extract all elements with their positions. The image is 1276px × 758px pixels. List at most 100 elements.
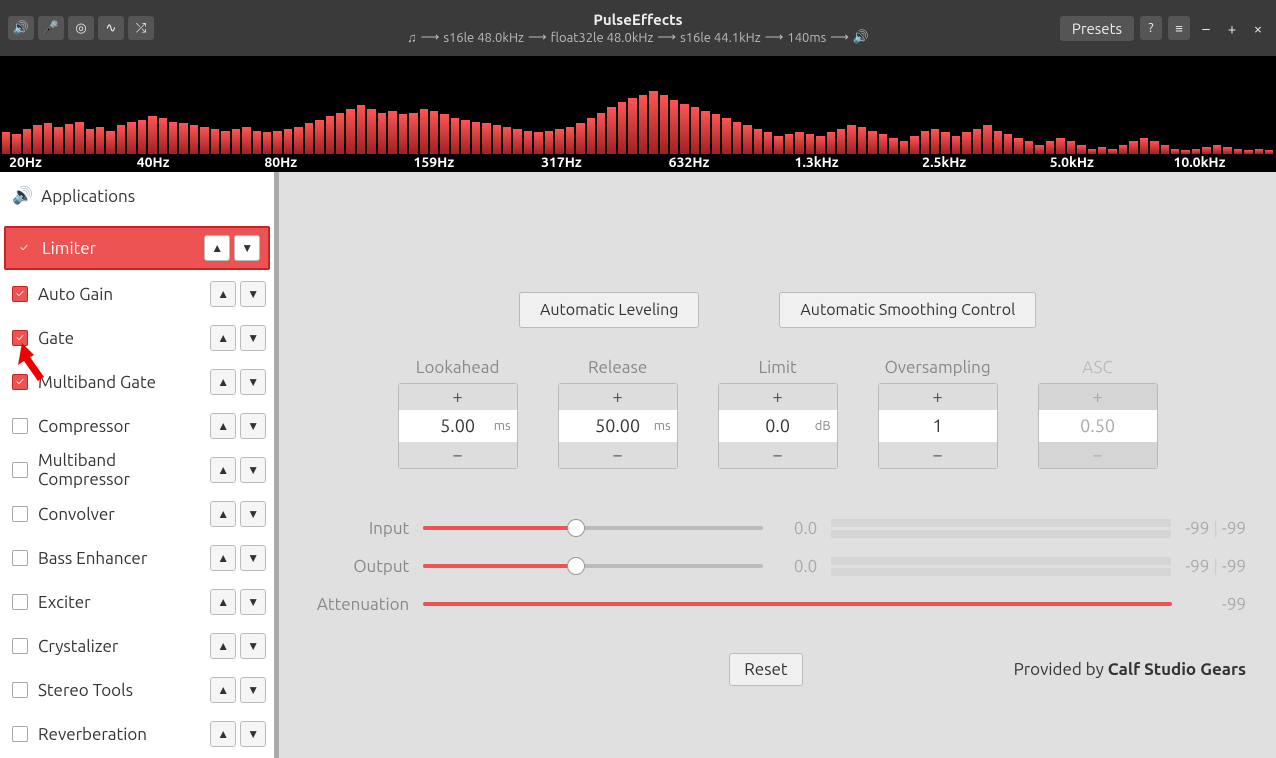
effect-checkbox[interactable] xyxy=(12,506,28,522)
spectrum-bar xyxy=(211,129,219,154)
close-button[interactable]: × xyxy=(1248,20,1268,37)
spectrum-bar xyxy=(388,111,396,154)
increment-button[interactable]: + xyxy=(879,384,997,410)
input-slider[interactable] xyxy=(423,526,763,530)
effect-row-stereo-tools[interactable]: Stereo Tools▲▼ xyxy=(0,668,274,712)
effect-checkbox[interactable] xyxy=(12,462,28,478)
param-spinner[interactable]: +0.0dB− xyxy=(718,383,838,469)
move-down-button[interactable]: ▼ xyxy=(240,677,266,703)
spectrum-bar xyxy=(879,134,887,154)
move-down-button[interactable]: ▼ xyxy=(240,457,266,483)
spectrum-bar xyxy=(451,118,459,154)
effect-checkbox[interactable]: ✓ xyxy=(12,286,28,302)
move-down-button[interactable]: ▼ xyxy=(240,369,266,395)
effect-row-bass-enhancer[interactable]: Bass Enhancer▲▼ xyxy=(0,536,274,580)
effect-row-convolver[interactable]: Convolver▲▼ xyxy=(0,492,274,536)
move-up-button[interactable]: ▲ xyxy=(210,413,236,439)
spectrum-bar xyxy=(263,132,271,154)
menu-icon[interactable]: ≡ xyxy=(1168,16,1190,40)
effects-sidebar: 🔊 Applications ✓Limiter▲▼✓Auto Gain▲▼✓Ga… xyxy=(0,172,279,758)
param-value[interactable]: 50.00ms xyxy=(559,410,677,442)
effect-checkbox[interactable] xyxy=(12,726,28,742)
spectrum-bar xyxy=(1150,141,1158,154)
move-down-button[interactable]: ▼ xyxy=(240,413,266,439)
waveform-icon[interactable]: ∿ xyxy=(98,16,124,40)
move-up-button[interactable]: ▲ xyxy=(210,721,236,747)
effect-row-crystalizer[interactable]: Crystalizer▲▼ xyxy=(0,624,274,668)
param-value[interactable]: 1 xyxy=(879,410,997,442)
effect-checkbox[interactable]: ✓ xyxy=(12,374,28,390)
effect-row-reverberation[interactable]: Reverberation▲▼ xyxy=(0,712,274,756)
param-spinner[interactable]: +50.00ms− xyxy=(558,383,678,469)
spectrum-bar xyxy=(503,127,511,154)
test-signal-icon[interactable]: ◎ xyxy=(68,16,94,40)
freq-label: 80Hz xyxy=(264,154,297,170)
move-up-button[interactable]: ▲ xyxy=(204,235,230,261)
move-up-button[interactable]: ▲ xyxy=(210,325,236,351)
effect-checkbox[interactable] xyxy=(12,682,28,698)
input-tab-icon[interactable]: 🎤 xyxy=(38,16,64,40)
effect-row-auto-gain[interactable]: ✓Auto Gain▲▼ xyxy=(0,272,274,316)
move-up-button[interactable]: ▲ xyxy=(210,589,236,615)
spectrum-bar xyxy=(1140,138,1148,154)
increment-button[interactable]: + xyxy=(719,384,837,410)
move-up-button[interactable]: ▲ xyxy=(210,677,236,703)
maximize-button[interactable]: + xyxy=(1222,20,1242,37)
effect-checkbox[interactable] xyxy=(12,550,28,566)
move-up-button[interactable]: ▲ xyxy=(210,545,236,571)
output-slider[interactable] xyxy=(423,564,763,568)
spectrum-bar xyxy=(221,131,229,154)
effect-checkbox[interactable] xyxy=(12,418,28,434)
minimize-button[interactable]: – xyxy=(1196,20,1216,37)
effect-row-limiter[interactable]: ✓Limiter▲▼ xyxy=(4,226,270,270)
param-value[interactable]: 5.00ms xyxy=(399,410,517,442)
effect-panel: Automatic Leveling Automatic Smoothing C… xyxy=(279,172,1276,758)
effect-checkbox[interactable] xyxy=(12,638,28,654)
move-down-button[interactable]: ▼ xyxy=(234,235,260,261)
move-down-button[interactable]: ▼ xyxy=(240,501,266,527)
effect-row-exciter[interactable]: Exciter▲▼ xyxy=(0,580,274,624)
effect-row-multiband-gate[interactable]: ✓Multiband Gate▲▼ xyxy=(0,360,274,404)
reset-button[interactable]: Reset xyxy=(729,653,802,686)
applications-label: Applications xyxy=(41,187,135,206)
move-down-button[interactable]: ▼ xyxy=(240,633,266,659)
effect-checkbox[interactable]: ✓ xyxy=(16,240,32,256)
spectrum-bar xyxy=(524,131,532,154)
increment-button[interactable]: + xyxy=(559,384,677,410)
increment-button[interactable]: + xyxy=(399,384,517,410)
shuffle-icon[interactable]: ⤮ xyxy=(128,16,154,40)
spectrum-bar xyxy=(764,132,772,154)
effect-checkbox[interactable] xyxy=(12,594,28,610)
param-label: Oversampling xyxy=(885,358,991,377)
effect-row-gate[interactable]: ✓Gate▲▼ xyxy=(0,316,274,360)
automatic-smoothing-button[interactable]: Automatic Smoothing Control xyxy=(779,292,1036,328)
spectrum-analyzer: 20Hz40Hz80Hz159Hz317Hz632Hz1.3kHz2.5kHz5… xyxy=(0,56,1276,172)
move-up-button[interactable]: ▲ xyxy=(210,501,236,527)
move-down-button[interactable]: ▼ xyxy=(240,589,266,615)
effect-checkbox[interactable]: ✓ xyxy=(12,330,28,346)
presets-button[interactable]: Presets xyxy=(1060,16,1134,41)
output-tab-icon[interactable]: 🔊 xyxy=(8,16,34,40)
move-down-button[interactable]: ▼ xyxy=(240,721,266,747)
param-value[interactable]: 0.0dB xyxy=(719,410,837,442)
move-up-button[interactable]: ▲ xyxy=(210,281,236,307)
spectrum-bar xyxy=(232,129,240,154)
decrement-button[interactable]: − xyxy=(879,442,997,468)
decrement-button[interactable]: − xyxy=(559,442,677,468)
move-down-button[interactable]: ▼ xyxy=(240,545,266,571)
applications-header[interactable]: 🔊 Applications xyxy=(0,172,274,224)
move-down-button[interactable]: ▼ xyxy=(240,281,266,307)
decrement-button[interactable]: − xyxy=(399,442,517,468)
effect-row-compressor[interactable]: Compressor▲▼ xyxy=(0,404,274,448)
decrement-button[interactable]: − xyxy=(719,442,837,468)
move-down-button[interactable]: ▼ xyxy=(240,325,266,351)
automatic-leveling-button[interactable]: Automatic Leveling xyxy=(519,292,699,328)
param-spinner[interactable]: +5.00ms− xyxy=(398,383,518,469)
move-up-button[interactable]: ▲ xyxy=(210,457,236,483)
move-up-button[interactable]: ▲ xyxy=(210,369,236,395)
effect-row-multiband-compressor[interactable]: Multiband Compressor▲▼ xyxy=(0,448,274,492)
param-spinner[interactable]: +1− xyxy=(878,383,998,469)
spectrum-bar xyxy=(461,120,469,154)
move-up-button[interactable]: ▲ xyxy=(210,633,236,659)
help-icon[interactable]: ? xyxy=(1140,16,1162,40)
